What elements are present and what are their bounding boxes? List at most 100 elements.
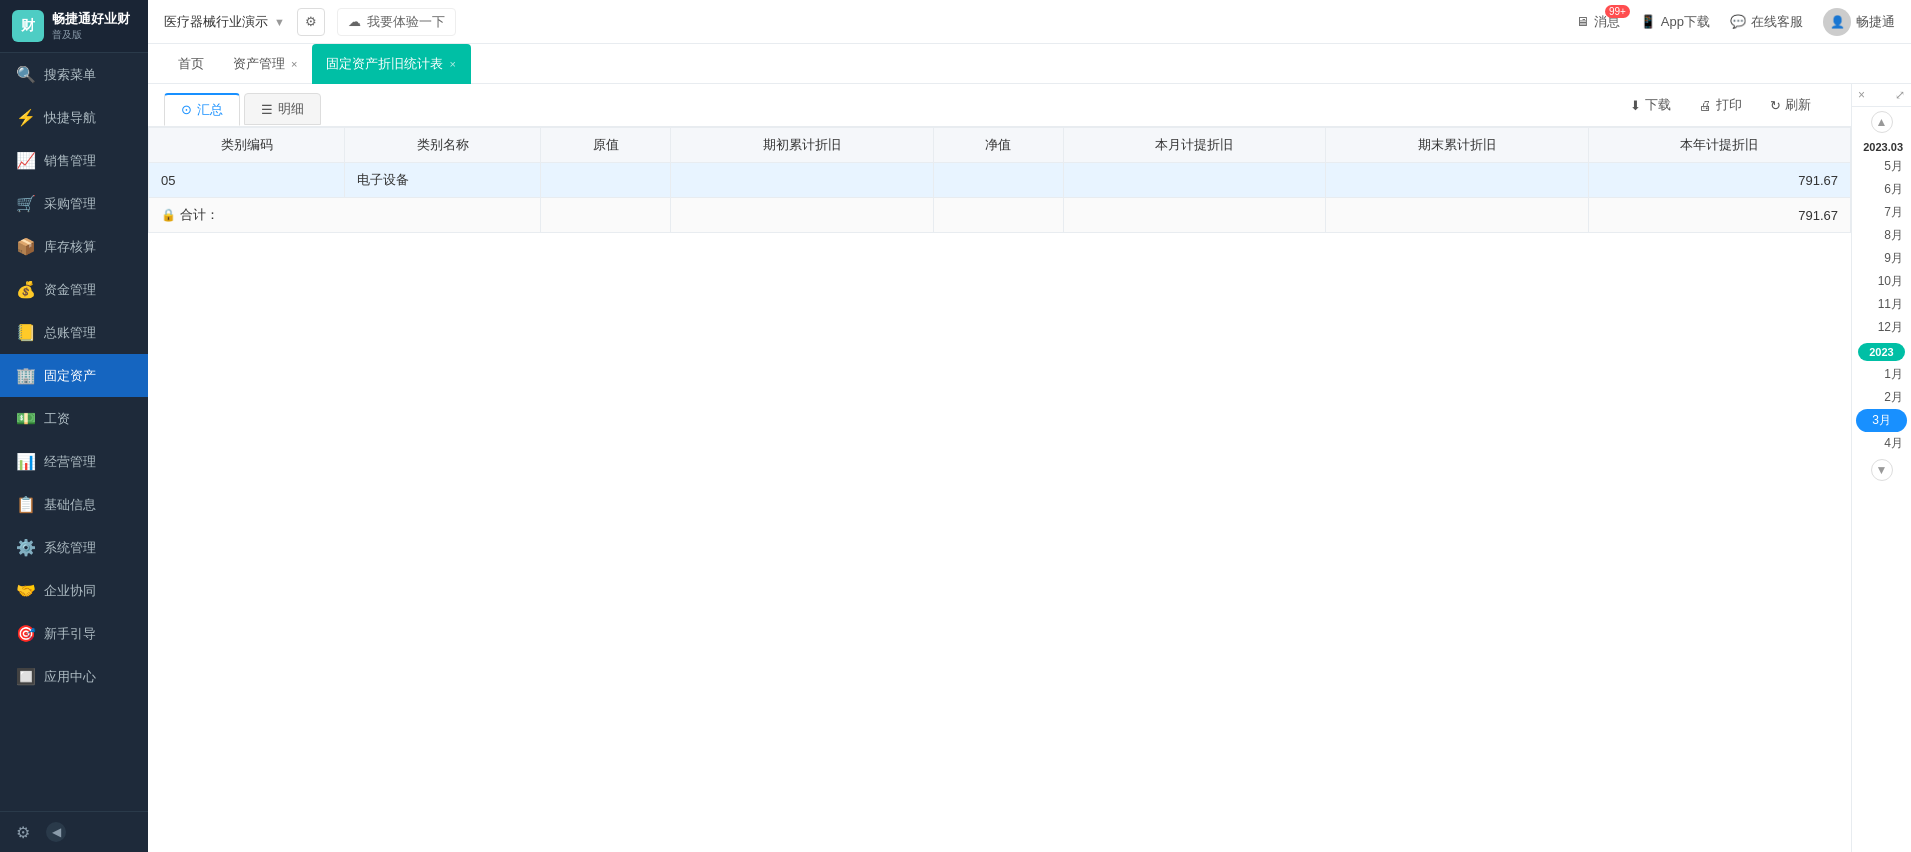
sidebar-item-payroll[interactable]: 💵 工资 bbox=[0, 397, 148, 440]
cell-original-value bbox=[541, 163, 671, 198]
calendar-panel: × ⤢ ▲ 2023.03 5月 6月 7月 8月 9月 10月 11月 12月… bbox=[1851, 84, 1911, 852]
cal-month-8[interactable]: 8月 bbox=[1852, 224, 1911, 247]
calendar-nav-down[interactable]: ▼ bbox=[1871, 459, 1893, 481]
tab-depreciation-report-close[interactable]: × bbox=[449, 58, 455, 70]
tab-home-label: 首页 bbox=[178, 55, 204, 73]
experience-button[interactable]: ☁ 我要体验一下 bbox=[337, 8, 456, 36]
message-icon: 🖥 bbox=[1576, 14, 1589, 29]
col-original-value: 原值 bbox=[541, 128, 671, 163]
app-download-label: App下载 bbox=[1661, 13, 1710, 31]
sidebar-item-ledger[interactable]: 📒 总账管理 bbox=[0, 311, 148, 354]
online-support-icon: 💬 bbox=[1730, 14, 1746, 29]
summary-icon: ⊙ bbox=[181, 102, 192, 117]
sidebar-label-fixed-assets: 固定资产 bbox=[44, 367, 96, 385]
cal-month-4[interactable]: 4月 bbox=[1852, 432, 1911, 455]
company-selector[interactable]: 医疗器械行业演示 ▼ bbox=[164, 13, 285, 31]
cal-month-10[interactable]: 10月 bbox=[1852, 270, 1911, 293]
page-body: ⊙ 汇总 ☰ 明细 ⬇ 下载 🖨 打印 bbox=[148, 84, 1851, 852]
sidebar-item-guide[interactable]: 🎯 新手引导 bbox=[0, 612, 148, 655]
sidebar-icon-fixed-assets: 🏢 bbox=[16, 366, 34, 385]
cell-monthly-dep bbox=[1063, 163, 1325, 198]
sidebar-label-search: 搜索菜单 bbox=[44, 66, 96, 84]
total-original-value bbox=[541, 198, 671, 233]
user-menu[interactable]: 👤 畅捷通 bbox=[1823, 8, 1895, 36]
sidebar-footer: ⚙ ◀ bbox=[0, 811, 148, 852]
tab-asset-mgmt-close[interactable]: × bbox=[291, 58, 297, 70]
cell-period-end-acc-dep bbox=[1326, 163, 1588, 198]
cal-month-11[interactable]: 11月 bbox=[1852, 293, 1911, 316]
sidebar-icon-inventory: 📦 bbox=[16, 237, 34, 256]
sidebar-item-app-center[interactable]: 🔲 应用中心 bbox=[0, 655, 148, 698]
cal-month-12[interactable]: 12月 bbox=[1852, 316, 1911, 339]
tab-home[interactable]: 首页 bbox=[164, 44, 219, 84]
sidebar-item-enterprise[interactable]: 🤝 企业协同 bbox=[0, 569, 148, 612]
sidebar-item-quick-nav[interactable]: ⚡ 快捷导航 bbox=[0, 96, 148, 139]
experience-label: 我要体验一下 bbox=[367, 13, 445, 31]
sidebar-icon-payroll: 💵 bbox=[16, 409, 34, 428]
sidebar-item-search[interactable]: 🔍 搜索菜单 bbox=[0, 53, 148, 96]
cal-month-1[interactable]: 1月 bbox=[1852, 363, 1911, 386]
experience-icon: ☁ bbox=[348, 14, 361, 29]
online-support-button[interactable]: 💬 在线客服 bbox=[1730, 13, 1803, 31]
sidebar-item-finance[interactable]: 💰 资金管理 bbox=[0, 268, 148, 311]
sidebar-item-sys-mgmt[interactable]: ⚙️ 系统管理 bbox=[0, 526, 148, 569]
sub-tab-summary[interactable]: ⊙ 汇总 bbox=[164, 93, 240, 126]
main-area: 医疗器械行业演示 ▼ ⚙ ☁ 我要体验一下 🖥 消息 99+ 📱 App下载 💬… bbox=[148, 0, 1911, 852]
sidebar-item-basic-info[interactable]: 📋 基础信息 bbox=[0, 483, 148, 526]
cell-category-code: 05 bbox=[149, 163, 345, 198]
tab-depreciation-report[interactable]: 固定资产折旧统计表 × bbox=[312, 44, 470, 84]
sidebar-item-operations[interactable]: 📊 经营管理 bbox=[0, 440, 148, 483]
sub-tab-detail-label: 明细 bbox=[278, 100, 304, 118]
cell-category-name: 电子设备 bbox=[345, 163, 541, 198]
sub-tab-summary-label: 汇总 bbox=[197, 101, 223, 119]
sidebar-item-sales[interactable]: 📈 销售管理 bbox=[0, 139, 148, 182]
toolbar: ⬇ 下载 🖨 打印 ↻ 刷新 bbox=[1606, 84, 1835, 126]
total-icon: 🔒 bbox=[161, 208, 176, 222]
cal-month-6[interactable]: 6月 bbox=[1852, 178, 1911, 201]
cell-net-value bbox=[933, 163, 1063, 198]
sidebar-icon-search: 🔍 bbox=[16, 65, 34, 84]
sidebar-item-fixed-assets[interactable]: 🏢 固定资产 bbox=[0, 354, 148, 397]
calendar-close-button[interactable]: × bbox=[1858, 88, 1865, 102]
sidebar-label-purchase: 采购管理 bbox=[44, 195, 96, 213]
cal-month-3[interactable]: 3月 bbox=[1856, 409, 1907, 432]
cal-month-9[interactable]: 9月 bbox=[1852, 247, 1911, 270]
company-dropdown-arrow: ▼ bbox=[274, 16, 285, 28]
company-name: 医疗器械行业演示 bbox=[164, 13, 268, 31]
sidebar-label-finance: 资金管理 bbox=[44, 281, 96, 299]
tab-asset-mgmt-label: 资产管理 bbox=[233, 55, 285, 73]
sub-tab-detail[interactable]: ☰ 明细 bbox=[244, 93, 321, 125]
print-icon: 🖨 bbox=[1699, 98, 1712, 113]
total-label-cell: 🔒 合计： bbox=[149, 198, 541, 233]
topbar: 医疗器械行业演示 ▼ ⚙ ☁ 我要体验一下 🖥 消息 99+ 📱 App下载 💬… bbox=[148, 0, 1911, 44]
cell-period-acc-dep bbox=[671, 163, 933, 198]
col-category-code: 类别编码 bbox=[149, 128, 345, 163]
logo-icon: 财 bbox=[12, 10, 44, 42]
username: 畅捷通 bbox=[1856, 13, 1895, 31]
refresh-button[interactable]: ↻ 刷新 bbox=[1762, 92, 1819, 118]
sidebar-item-purchase[interactable]: 🛒 采购管理 bbox=[0, 182, 148, 225]
download-button[interactable]: ⬇ 下载 bbox=[1622, 92, 1679, 118]
cal-month-5[interactable]: 5月 bbox=[1852, 155, 1911, 178]
sidebar-icon-purchase: 🛒 bbox=[16, 194, 34, 213]
cal-month-7[interactable]: 7月 bbox=[1852, 201, 1911, 224]
message-button[interactable]: 🖥 消息 99+ bbox=[1576, 13, 1620, 31]
sidebar-icon-basic-info: 📋 bbox=[16, 495, 34, 514]
download-label: 下载 bbox=[1645, 96, 1671, 114]
sidebar-collapse-button[interactable]: ◀ bbox=[46, 822, 66, 842]
topbar-settings-button[interactable]: ⚙ bbox=[297, 8, 325, 36]
download-icon: ⬇ bbox=[1630, 98, 1641, 113]
calendar-prev-year-label: 2023.03 bbox=[1852, 137, 1911, 155]
cal-month-2[interactable]: 2月 bbox=[1852, 386, 1911, 409]
print-button[interactable]: 🖨 打印 bbox=[1691, 92, 1750, 118]
sidebar-icon-quick-nav: ⚡ bbox=[16, 108, 34, 127]
sidebar-item-inventory[interactable]: 📦 库存核算 bbox=[0, 225, 148, 268]
tab-asset-mgmt[interactable]: 资产管理 × bbox=[219, 44, 312, 84]
sidebar-icon-sales: 📈 bbox=[16, 151, 34, 170]
calendar-nav-up[interactable]: ▲ bbox=[1871, 111, 1893, 133]
calendar-expand-button[interactable]: ⤢ bbox=[1895, 88, 1905, 102]
topbar-right: 🖥 消息 99+ 📱 App下载 💬 在线客服 👤 畅捷通 bbox=[1576, 8, 1895, 36]
app-download-button[interactable]: 📱 App下载 bbox=[1640, 13, 1710, 31]
sidebar-label-enterprise: 企业协同 bbox=[44, 582, 96, 600]
settings-icon[interactable]: ⚙ bbox=[16, 823, 30, 842]
